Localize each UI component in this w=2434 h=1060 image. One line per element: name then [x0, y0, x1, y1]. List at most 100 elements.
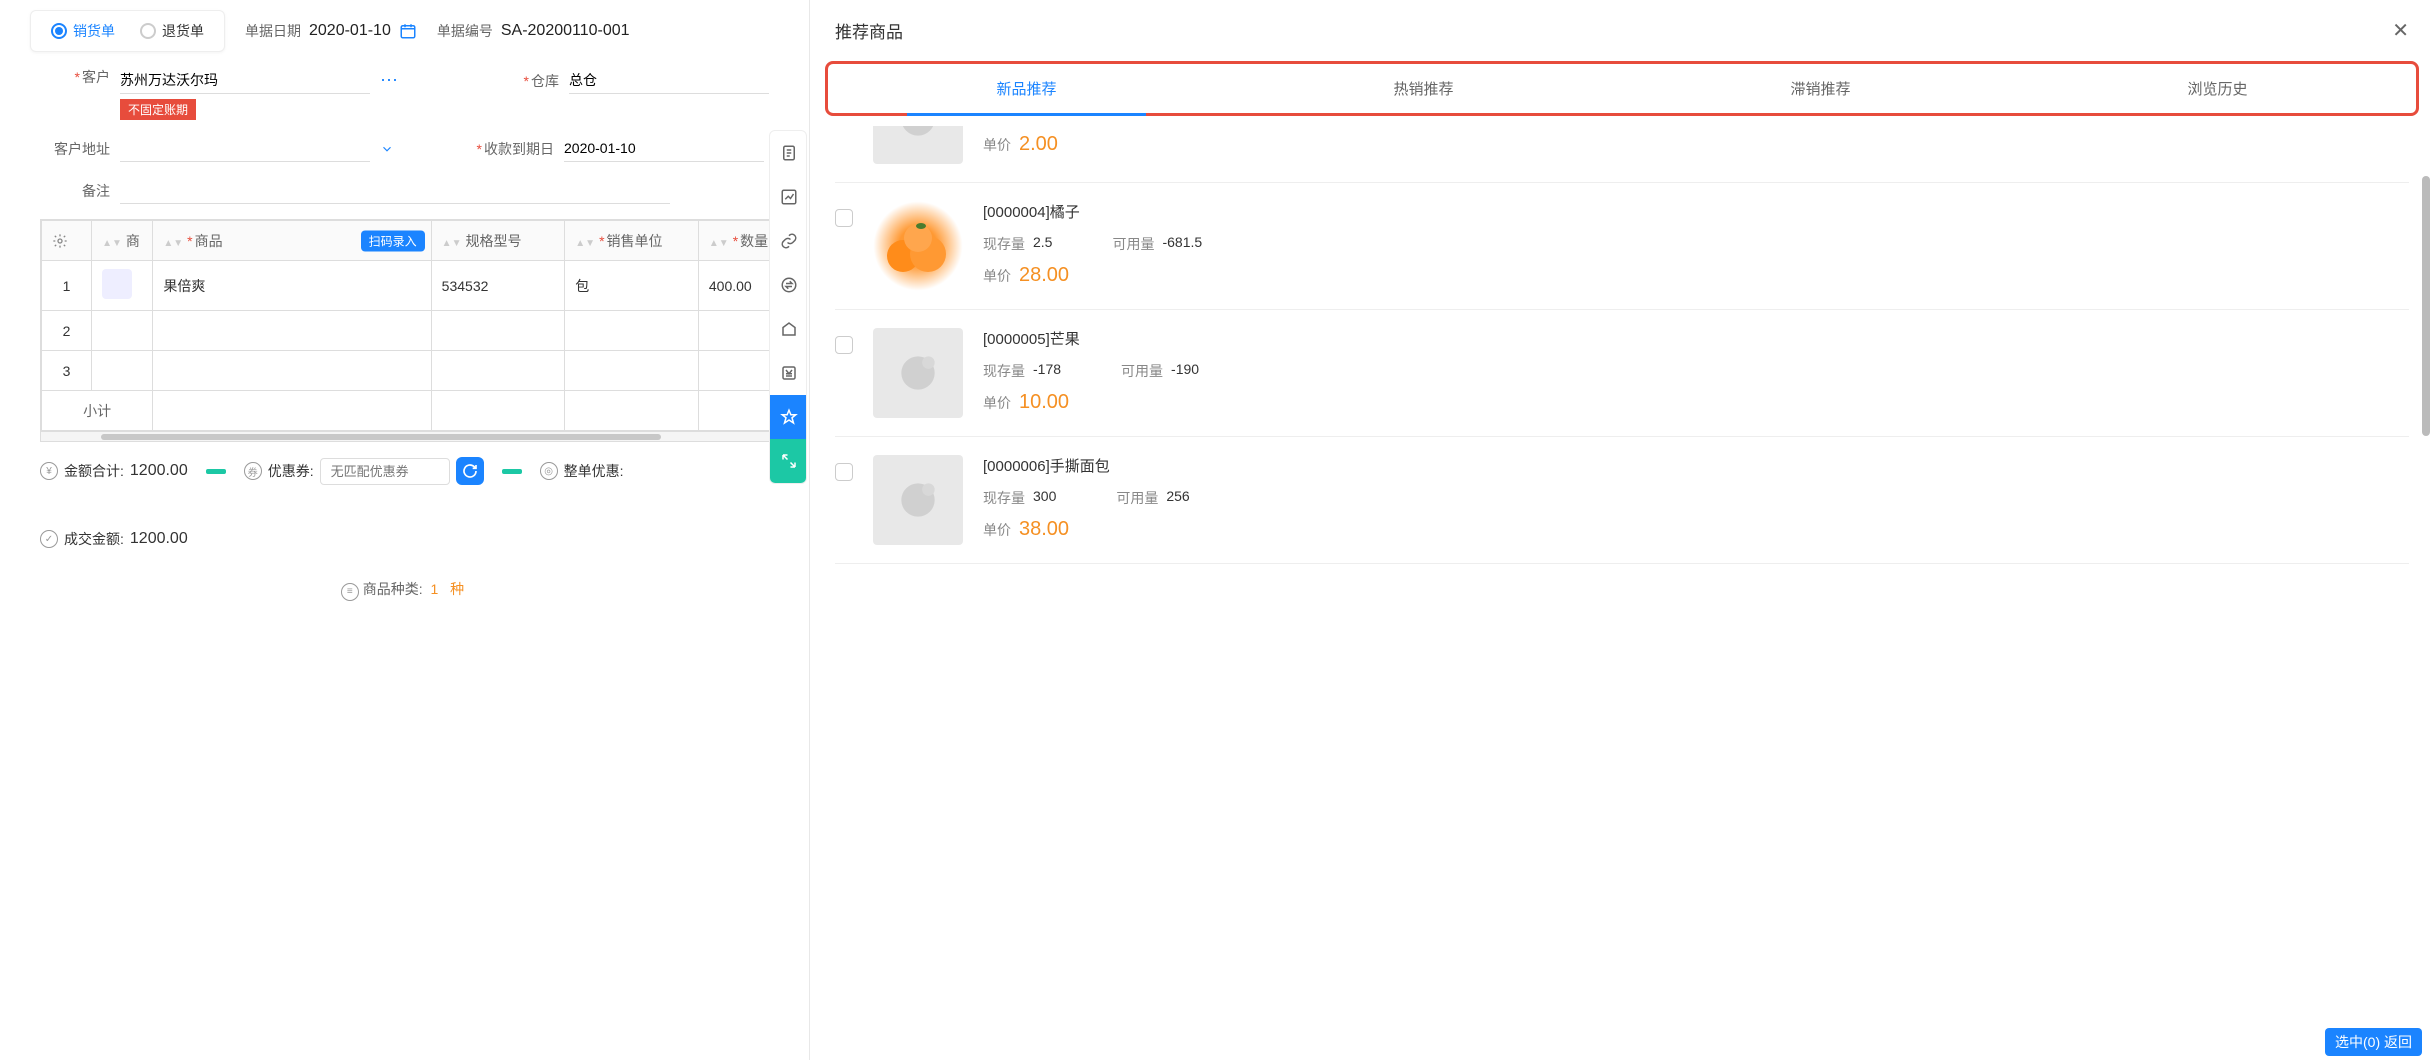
- list-item[interactable]: [0000004]橘子现存量2.5 可用量-681.5 单价28.00: [835, 183, 2409, 310]
- chevron-down-icon[interactable]: [380, 142, 394, 156]
- item-checkbox[interactable]: [835, 336, 853, 354]
- scan-button[interactable]: 扫码录入: [361, 230, 425, 251]
- kind-icon: ≡: [341, 583, 359, 601]
- product-name: [0000006]手撕面包: [983, 455, 2409, 476]
- amount-total: ¥ 金额合计: 1200.00: [40, 461, 188, 481]
- coupon-input[interactable]: [320, 458, 450, 485]
- gear-column[interactable]: [42, 221, 92, 261]
- toolbar-chart-icon[interactable]: [770, 175, 807, 219]
- minus-icon: [502, 469, 522, 474]
- tab-browse-history[interactable]: 浏览历史: [2019, 72, 2416, 105]
- product-name: [0000004]橘子: [983, 201, 2409, 222]
- due-date-label: *收款到期日: [458, 139, 554, 159]
- yen-icon: ¥: [40, 462, 58, 480]
- radio-return-order[interactable]: 退货单: [140, 21, 204, 41]
- cell-unit[interactable]: 包: [565, 261, 699, 311]
- price-stat: 单价2.00: [983, 133, 2409, 156]
- stock-stat: 现存量300: [983, 488, 1056, 508]
- selected-return-button[interactable]: 选中(0) 返回: [2325, 1028, 2422, 1056]
- vertical-scrollbar[interactable]: [2422, 136, 2430, 1014]
- deal-icon: ✓: [40, 530, 58, 548]
- radio-sales-order[interactable]: 销货单: [51, 21, 115, 41]
- remark-field: 备注: [40, 177, 670, 204]
- product-image: [873, 455, 963, 545]
- subtotal-row: 小计: [42, 391, 788, 431]
- stock-stat: 现存量2.5: [983, 234, 1052, 254]
- table-row[interactable]: 3: [42, 351, 788, 391]
- stock-stat: 现存量-178: [983, 361, 1061, 381]
- toolbar-swap-icon[interactable]: [770, 263, 807, 307]
- tab-slow-recommend[interactable]: 滞销推荐: [1622, 72, 2019, 105]
- doc-type-selector: 销货单 退货单: [30, 10, 225, 52]
- cell-product[interactable]: 果倍爽: [153, 261, 431, 311]
- table-row[interactable]: 1 果倍爽 534532 包 400.00: [42, 261, 788, 311]
- scrollbar-thumb[interactable]: [2422, 176, 2430, 436]
- product-name: [0000005]芒果: [983, 328, 2409, 349]
- account-period-badge: 不固定账期: [120, 99, 196, 120]
- address-input[interactable]: [120, 135, 370, 162]
- address-label: 客户地址: [40, 139, 110, 159]
- product-thumb-icon: [102, 269, 132, 299]
- radio-label: 销货单: [73, 21, 115, 41]
- item-checkbox[interactable]: [835, 463, 853, 481]
- col-header-product[interactable]: ▲▼*商品扫码录入: [153, 221, 431, 261]
- product-image: [873, 328, 963, 418]
- discount-icon: ◎: [540, 462, 558, 480]
- radio-label: 退货单: [162, 21, 204, 41]
- refresh-icon[interactable]: [456, 457, 484, 485]
- order-discount: ◎ 整单优惠:: [540, 461, 624, 481]
- due-date-input[interactable]: [564, 135, 764, 162]
- doc-no-label: 单据编号: [437, 21, 493, 41]
- final-amount: ✓ 成交金额: 1200.00: [40, 529, 188, 549]
- toolbar-star-icon[interactable]: [770, 395, 807, 439]
- col-header-unit[interactable]: ▲▼*销售单位: [565, 221, 699, 261]
- recommend-tabs-highlight: 新品推荐 热销推荐 滞销推荐 浏览历史: [825, 61, 2419, 116]
- customer-label: *客户: [40, 67, 110, 87]
- address-field: 客户地址: [40, 135, 394, 162]
- list-item[interactable]: 250ml现存量19952可用量19903单价2.00: [835, 126, 2409, 183]
- toolbar-house-icon[interactable]: [770, 307, 807, 351]
- due-date-field: *收款到期日: [458, 135, 764, 162]
- list-item[interactable]: [0000005]芒果现存量-178可用量-190单价10.00: [835, 310, 2409, 437]
- coupon-icon: 券: [244, 462, 262, 480]
- recommend-title: 推荐商品: [835, 18, 903, 43]
- table-row[interactable]: 2: [42, 311, 788, 351]
- horizontal-scrollbar[interactable]: [41, 431, 788, 441]
- more-icon[interactable]: ⋯: [380, 70, 399, 91]
- cell-spec[interactable]: 534532: [431, 261, 565, 311]
- scrollbar-thumb[interactable]: [101, 434, 661, 440]
- tab-new-recommend[interactable]: 新品推荐: [828, 72, 1225, 105]
- side-toolbar: [769, 130, 807, 484]
- warehouse-field: *仓库: [489, 67, 769, 94]
- tab-hot-recommend[interactable]: 热销推荐: [1225, 72, 1622, 105]
- close-icon[interactable]: ✕: [2392, 18, 2409, 43]
- toolbar-doc-icon[interactable]: [770, 131, 807, 175]
- warehouse-input[interactable]: [569, 67, 769, 94]
- doc-date-field: 单据日期 2020-01-10: [245, 21, 417, 41]
- remark-input[interactable]: [120, 177, 670, 204]
- col-header-short[interactable]: ▲▼商: [92, 221, 153, 261]
- toolbar-link-icon[interactable]: [770, 219, 807, 263]
- doc-no-value: SA-20200110-001: [501, 22, 630, 40]
- price-stat: 单价28.00: [983, 264, 2409, 287]
- list-item[interactable]: [0000006]手撕面包现存量300可用量256单价38.00: [835, 437, 2409, 564]
- minus-icon: [206, 469, 226, 474]
- header-row: 销货单 退货单 单据日期 2020-01-10 单据编号 SA-20200110…: [0, 10, 809, 67]
- coupon-field: 券 优惠券:: [244, 457, 484, 485]
- doc-date-label: 单据日期: [245, 21, 301, 41]
- product-image: [873, 201, 963, 291]
- price-stat: 单价38.00: [983, 518, 2409, 541]
- avail-stat: 可用量-681.5: [1112, 234, 1202, 254]
- item-checkbox[interactable]: [835, 209, 853, 227]
- toolbar-expand-icon[interactable]: [770, 439, 807, 483]
- doc-date-value[interactable]: 2020-01-10: [309, 22, 391, 40]
- col-header-spec[interactable]: ▲▼规格型号: [431, 221, 565, 261]
- calendar-icon[interactable]: [399, 22, 417, 40]
- customer-input[interactable]: [120, 67, 370, 94]
- product-image: [873, 126, 963, 164]
- remark-label: 备注: [40, 181, 110, 201]
- radio-circle-icon: [140, 23, 156, 39]
- recommend-list[interactable]: 250ml现存量19952可用量19903单价2.00[0000004]橘子现存…: [810, 126, 2434, 1024]
- avail-stat: 可用量-190: [1121, 361, 1199, 381]
- toolbar-yen-icon[interactable]: [770, 351, 807, 395]
